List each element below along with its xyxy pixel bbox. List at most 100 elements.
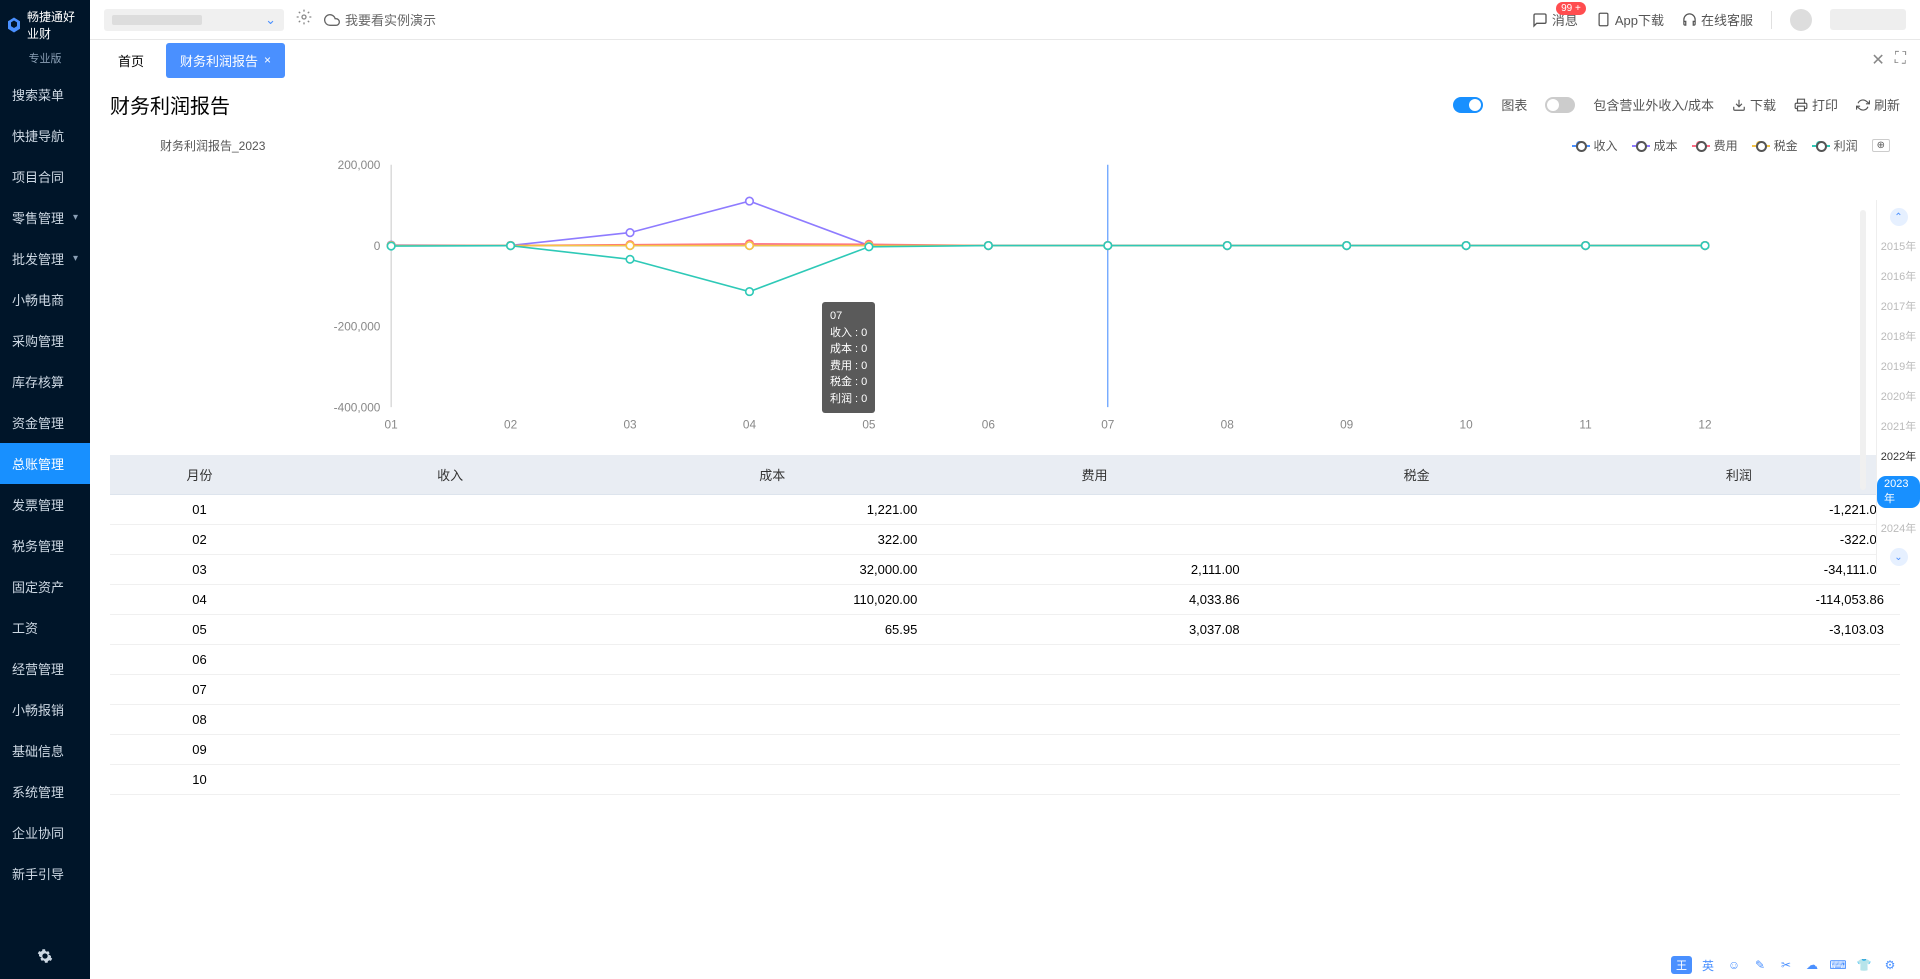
sidebar-item-label: 零售管理: [12, 208, 64, 227]
table-header: 成本: [611, 455, 933, 495]
sidebar-item-expense[interactable]: 小畅报销: [0, 689, 90, 730]
sidebar-item-quick-nav[interactable]: 快捷导航: [0, 115, 90, 156]
year-item[interactable]: 2024年: [1881, 518, 1916, 538]
cell-income: [289, 585, 611, 615]
sidebar-item-label: 小畅报销: [12, 700, 64, 719]
dock-cloud-icon[interactable]: ☁: [1802, 955, 1822, 975]
sidebar-item-project-contract[interactable]: 项目合同: [0, 156, 90, 197]
org-selector[interactable]: ⌄: [104, 9, 284, 31]
year-up-icon[interactable]: ⌃: [1890, 208, 1908, 226]
ime-dock: 王 英 ☺ ✎ ✂ ☁ ⌨ 👕 ⚙: [1671, 955, 1900, 975]
year-item[interactable]: 2019年: [1881, 356, 1916, 376]
sidebar-item-fixed-assets[interactable]: 固定资产: [0, 566, 90, 607]
sidebar-item-search-menu[interactable]: 搜索菜单: [0, 74, 90, 115]
sidebar-item-tax[interactable]: 税务管理: [0, 525, 90, 566]
year-selector: ⌃ 2015年 2016年 2017年 2018年 2019年 2020年 2021年 2022…: [1876, 200, 1920, 574]
settings-icon[interactable]: [296, 9, 312, 30]
close-all-icon[interactable]: ✕: [1871, 50, 1884, 70]
year-item[interactable]: 2017年: [1881, 296, 1916, 316]
sidebar-item-collab[interactable]: 企业协同: [0, 812, 90, 853]
sidebar-item-retail[interactable]: 零售管理▾: [0, 197, 90, 238]
year-item[interactable]: 2023年: [1877, 476, 1920, 508]
fullscreen-icon[interactable]: ⛶: [1895, 50, 1906, 70]
year-item[interactable]: 2015年: [1881, 236, 1916, 256]
sidebar-item-label: 企业协同: [12, 823, 64, 842]
cell-income: [289, 705, 611, 735]
sidebar-settings[interactable]: [0, 938, 90, 979]
sidebar-item-label: 库存核算: [12, 372, 64, 391]
svg-text:05: 05: [862, 418, 876, 432]
sidebar-item-ecommerce[interactable]: 小畅电商: [0, 279, 90, 320]
legend-mark: [1572, 145, 1590, 147]
dock-smile-icon[interactable]: ☺: [1724, 955, 1744, 975]
service-button[interactable]: 在线客服: [1682, 10, 1753, 29]
chart-canvas[interactable]: -400,000-200,0000200,0000102030405060708…: [110, 154, 1900, 434]
sidebar-item-label: 总账管理: [12, 454, 64, 473]
scroll-indicator[interactable]: [1860, 210, 1866, 490]
message-button[interactable]: 消息 99 +: [1532, 10, 1578, 29]
cell-fee: [933, 645, 1255, 675]
year-item[interactable]: 2020年: [1881, 386, 1916, 406]
legend-item[interactable]: 费用: [1692, 137, 1738, 154]
content-actions: 图表 包含营业外收入/成本 下载 打印 刷新: [1453, 95, 1900, 114]
table-body: 01 1,221.00 -1,221.00 02 322.00 -322.00 …: [110, 495, 1900, 795]
sidebar-item-ledger[interactable]: 总账管理: [0, 443, 90, 484]
refresh-action[interactable]: 刷新: [1856, 95, 1900, 114]
demo-button[interactable]: 我要看实例演示: [324, 10, 436, 29]
sidebar-item-inventory[interactable]: 库存核算: [0, 361, 90, 402]
chart-toggle[interactable]: [1453, 97, 1483, 113]
ime-badge[interactable]: 王: [1671, 956, 1692, 974]
sidebar-item-system[interactable]: 系统管理: [0, 771, 90, 812]
service-label: 在线客服: [1701, 10, 1753, 29]
user-name[interactable]: [1830, 9, 1906, 30]
dock-person-icon[interactable]: 👕: [1854, 955, 1874, 975]
sidebar-item-funds[interactable]: 资金管理: [0, 402, 90, 443]
sidebar-item-purchase[interactable]: 采购管理: [0, 320, 90, 361]
cell-profit: [1578, 735, 1900, 765]
sidebar-item-base-info[interactable]: 基础信息: [0, 730, 90, 771]
cell-month: 04: [110, 585, 289, 615]
avatar[interactable]: [1790, 9, 1812, 31]
svg-text:-400,000: -400,000: [334, 400, 381, 414]
svg-text:200,000: 200,000: [338, 158, 381, 172]
legend-item[interactable]: 收入: [1572, 137, 1618, 154]
print-action[interactable]: 打印: [1794, 95, 1838, 114]
year-down-icon[interactable]: ⌄: [1890, 548, 1908, 566]
extra-toggle[interactable]: [1545, 97, 1575, 113]
cell-fee: [933, 765, 1255, 795]
ime-lang[interactable]: 英: [1698, 955, 1718, 975]
legend-item[interactable]: 成本: [1632, 137, 1678, 154]
dock-settings-icon[interactable]: ⚙: [1880, 955, 1900, 975]
svg-text:10: 10: [1460, 418, 1474, 432]
cell-income: [289, 735, 611, 765]
tab-report[interactable]: 财务利润报告 ×: [166, 43, 285, 78]
dock-edit-icon[interactable]: ✎: [1750, 955, 1770, 975]
download-button[interactable]: App下载: [1596, 10, 1664, 29]
close-icon[interactable]: ×: [264, 53, 271, 67]
year-item[interactable]: 2021年: [1881, 416, 1916, 436]
legend-item[interactable]: 利润: [1812, 137, 1858, 154]
cell-cost: [611, 675, 933, 705]
cell-fee: [933, 735, 1255, 765]
year-item[interactable]: 2016年: [1881, 266, 1916, 286]
legend-label: 费用: [1714, 137, 1738, 154]
topbar-right: 消息 99 + App下载 在线客服: [1532, 9, 1906, 31]
sidebar: 畅捷通好业财 专业版 搜索菜单快捷导航项目合同零售管理▾批发管理▾小畅电商采购管…: [0, 0, 90, 979]
cell-month: 06: [110, 645, 289, 675]
sidebar-item-invoice[interactable]: 发票管理: [0, 484, 90, 525]
year-item[interactable]: 2022年: [1881, 446, 1916, 466]
dock-scissors-icon[interactable]: ✂: [1776, 955, 1796, 975]
dock-keyboard-icon[interactable]: ⌨: [1828, 955, 1848, 975]
legend-expand-icon[interactable]: ⊕: [1872, 139, 1890, 152]
tab-home[interactable]: 首页: [104, 43, 158, 78]
print-label: 打印: [1812, 95, 1838, 114]
year-item[interactable]: 2018年: [1881, 326, 1916, 346]
sidebar-item-guide[interactable]: 新手引导: [0, 853, 90, 894]
download-action[interactable]: 下载: [1732, 95, 1776, 114]
sidebar-item-salary[interactable]: 工资: [0, 607, 90, 648]
table-row: 08: [110, 705, 1900, 735]
sidebar-item-wholesale[interactable]: 批发管理▾: [0, 238, 90, 279]
sidebar-item-label: 系统管理: [12, 782, 64, 801]
legend-item[interactable]: 税金: [1752, 137, 1798, 154]
sidebar-item-operations[interactable]: 经营管理: [0, 648, 90, 689]
